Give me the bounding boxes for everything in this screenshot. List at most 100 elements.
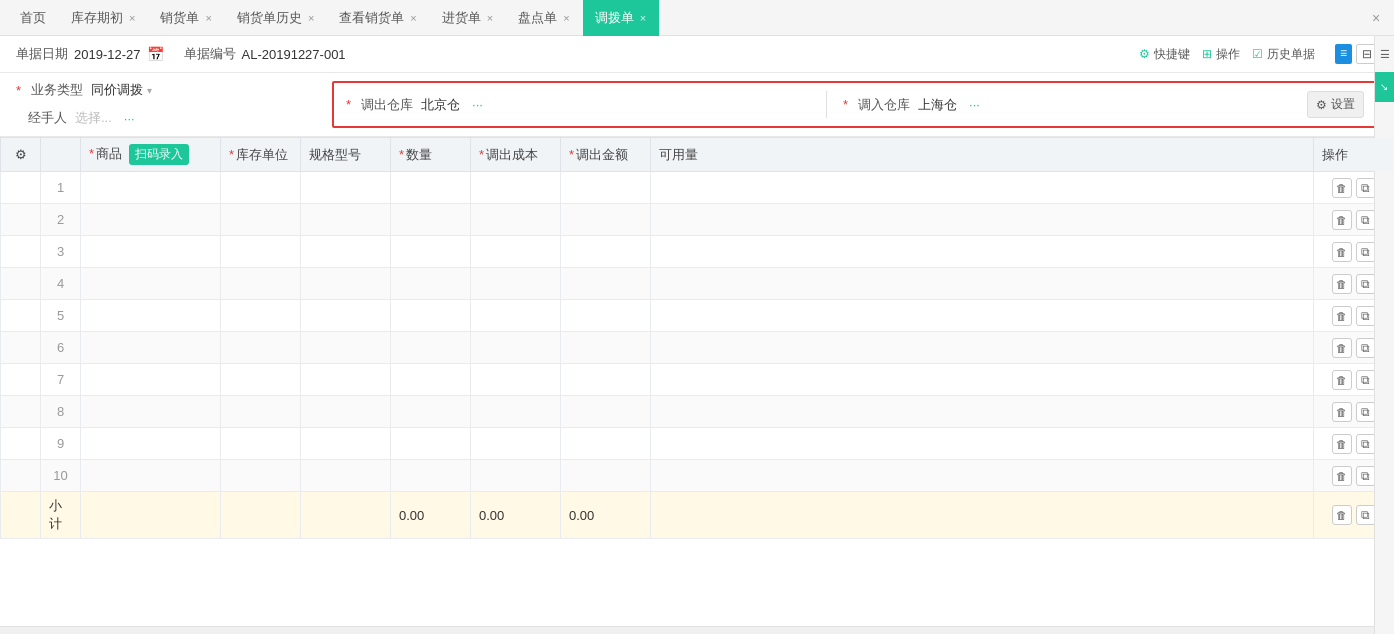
tab-sales-order[interactable]: 销货单 × (148, 0, 224, 36)
amount-cell[interactable] (561, 364, 651, 396)
amount-cell[interactable] (561, 268, 651, 300)
copy-row-button[interactable]: ⧉ (1356, 274, 1376, 294)
copy-row-button[interactable]: ⧉ (1356, 306, 1376, 326)
tab-close-sales-order[interactable]: × (205, 12, 211, 24)
qty-cell[interactable] (391, 204, 471, 236)
horizontal-scrollbar[interactable] (0, 626, 1394, 634)
amount-cell[interactable] (561, 236, 651, 268)
goods-cell[interactable] (81, 204, 221, 236)
tab-home[interactable]: 首页 (8, 0, 59, 36)
goods-cell[interactable] (81, 300, 221, 332)
tab-inventory-init[interactable]: 库存期初 × (59, 0, 148, 36)
sidebar-list-icon[interactable]: ☰ (1375, 44, 1395, 64)
qty-cell[interactable] (391, 172, 471, 204)
shortcut-button[interactable]: ⚙ 快捷键 (1139, 46, 1190, 63)
amount-cell[interactable] (561, 460, 651, 492)
settings-button[interactable]: ⚙ 设置 (1307, 91, 1364, 118)
warehouse-in-more-button[interactable]: ··· (965, 97, 984, 112)
qty-cell[interactable] (391, 428, 471, 460)
amount-cell[interactable] (561, 396, 651, 428)
cost-cell[interactable] (471, 428, 561, 460)
copy-row-button[interactable]: ⧉ (1356, 338, 1376, 358)
delete-row-button[interactable]: 🗑 (1332, 178, 1352, 198)
amount-cell[interactable] (561, 428, 651, 460)
goods-cell[interactable] (81, 460, 221, 492)
amount-cell[interactable] (561, 300, 651, 332)
copy-row-button[interactable]: ⧉ (1356, 434, 1376, 454)
amount-cell[interactable] (561, 332, 651, 364)
goods-cell[interactable] (81, 396, 221, 428)
cost-cell[interactable] (471, 460, 561, 492)
tab-close-inventory-init[interactable]: × (129, 12, 135, 24)
tab-close-sales-history[interactable]: × (308, 12, 314, 24)
qty-cell[interactable] (391, 236, 471, 268)
business-type-dropdown[interactable]: 同价调拨 ▾ (91, 81, 152, 99)
sidebar-external-icon[interactable]: ↗ (1375, 72, 1395, 102)
tab-close-stocktake[interactable]: × (563, 12, 569, 24)
calendar-icon[interactable]: 📅 (147, 46, 164, 62)
qty-cell[interactable] (391, 268, 471, 300)
delete-row-button[interactable]: 🗑 (1332, 274, 1352, 294)
amount-cell[interactable] (561, 172, 651, 204)
goods-cell[interactable] (81, 364, 221, 396)
cost-cell[interactable] (471, 332, 561, 364)
cost-cell[interactable] (471, 300, 561, 332)
tab-transfer[interactable]: 调拨单 × (583, 0, 659, 36)
th-settings[interactable]: ⚙ (1, 138, 41, 172)
tab-view-sales[interactable]: 查看销货单 × (327, 0, 429, 36)
delete-row-button[interactable]: 🗑 (1332, 402, 1352, 422)
delete-row-button[interactable]: 🗑 (1332, 466, 1352, 486)
tab-close-transfer[interactable]: × (640, 12, 646, 24)
cost-cell[interactable] (471, 172, 561, 204)
delete-row-button[interactable]: 🗑 (1332, 370, 1352, 390)
amount-cell[interactable]: 0.00 (561, 492, 651, 539)
copy-row-button[interactable]: ⧉ (1356, 402, 1376, 422)
handler-more-button[interactable]: ··· (120, 111, 139, 126)
delete-row-button[interactable]: 🗑 (1332, 505, 1352, 525)
history-button[interactable]: ☑ 历史单据 (1252, 46, 1315, 63)
amount-cell[interactable] (561, 204, 651, 236)
qty-cell[interactable] (391, 300, 471, 332)
cost-cell[interactable] (471, 396, 561, 428)
copy-row-button[interactable]: ⧉ (1356, 505, 1376, 525)
qty-cell[interactable] (391, 460, 471, 492)
tab-stocktake[interactable]: 盘点单 × (506, 0, 582, 36)
warehouse-out-more-button[interactable]: ··· (468, 97, 487, 112)
cost-cell[interactable]: 0.00 (471, 492, 561, 539)
goods-cell[interactable] (81, 428, 221, 460)
avail-cell (651, 428, 1314, 460)
copy-row-button[interactable]: ⧉ (1356, 210, 1376, 230)
delete-row-button[interactable]: 🗑 (1332, 434, 1352, 454)
goods-cell[interactable] (81, 268, 221, 300)
qty-cell[interactable] (391, 364, 471, 396)
goods-cell[interactable] (81, 492, 221, 539)
delete-row-button[interactable]: 🗑 (1332, 338, 1352, 358)
goods-cell[interactable] (81, 172, 221, 204)
delete-row-button[interactable]: 🗑 (1332, 210, 1352, 230)
qty-cell[interactable] (391, 396, 471, 428)
cost-cell[interactable] (471, 364, 561, 396)
copy-row-button[interactable]: ⧉ (1356, 178, 1376, 198)
qty-cell[interactable] (391, 332, 471, 364)
window-close-button[interactable]: × (1366, 8, 1386, 28)
scan-entry-button[interactable]: 扫码录入 (129, 144, 189, 165)
copy-row-button[interactable]: ⧉ (1356, 466, 1376, 486)
tab-close-view-sales[interactable]: × (410, 12, 416, 24)
table-settings-icon[interactable]: ⚙ (15, 147, 27, 162)
handler-select[interactable]: 选择... (75, 109, 112, 127)
goods-cell[interactable] (81, 236, 221, 268)
list-view-icon[interactable]: ≡ (1335, 44, 1352, 64)
tab-purchase-order[interactable]: 进货单 × (430, 0, 506, 36)
delete-row-button[interactable]: 🗑 (1332, 306, 1352, 326)
cost-cell[interactable] (471, 268, 561, 300)
delete-row-button[interactable]: 🗑 (1332, 242, 1352, 262)
tab-sales-history[interactable]: 销货单历史 × (225, 0, 327, 36)
copy-row-button[interactable]: ⧉ (1356, 370, 1376, 390)
qty-cell[interactable]: 0.00 (391, 492, 471, 539)
copy-row-button[interactable]: ⧉ (1356, 242, 1376, 262)
goods-cell[interactable] (81, 332, 221, 364)
cost-cell[interactable] (471, 204, 561, 236)
cost-cell[interactable] (471, 236, 561, 268)
operate-button[interactable]: ⊞ 操作 (1202, 46, 1240, 63)
tab-close-purchase-order[interactable]: × (487, 12, 493, 24)
